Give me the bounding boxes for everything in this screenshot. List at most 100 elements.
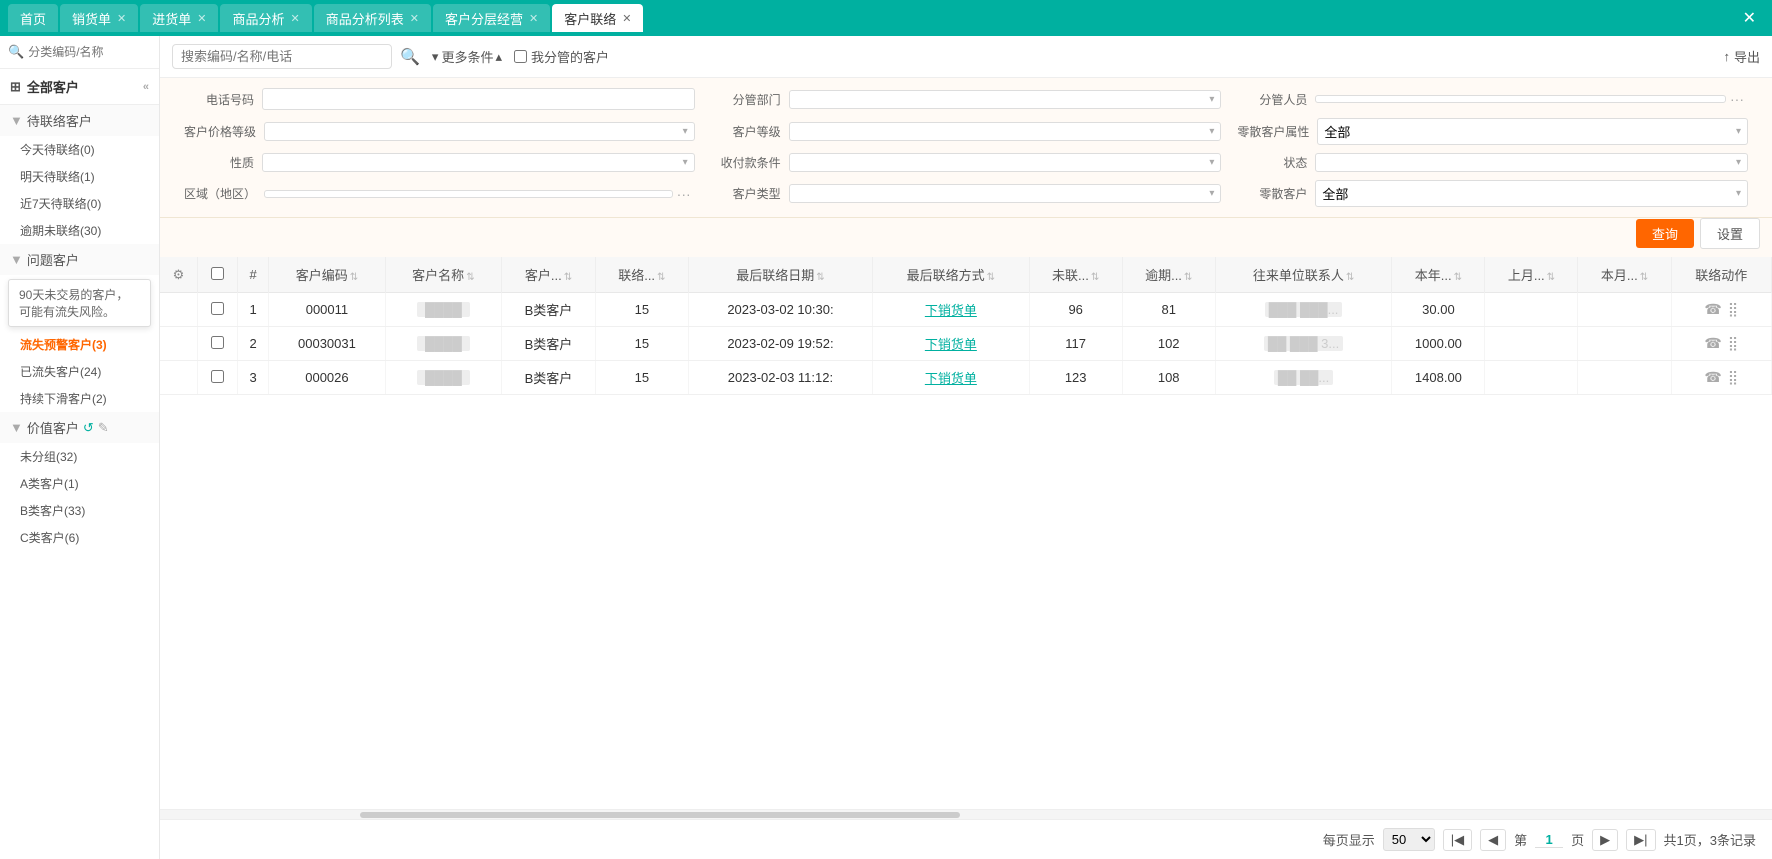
filter-more-icon[interactable]: ··· [1726, 91, 1748, 107]
sidebar-group-header-pending[interactable]: ▼ 待联络客户 [0, 105, 159, 136]
refresh-icon[interactable]: ↺ [83, 420, 94, 436]
sidebar-item-class-c[interactable]: C类客户(6) [0, 524, 159, 551]
last-page-button[interactable]: ▶| [1626, 829, 1655, 851]
filter-select-price-level[interactable]: ▾ [264, 122, 695, 141]
sidebar-item-class-a[interactable]: A类客户(1) [0, 470, 159, 497]
filter-select-customer-level[interactable]: ▾ [789, 122, 1222, 141]
sort-icon[interactable]: ⇅ [1184, 272, 1192, 283]
contact-icon[interactable]: ☎ [1704, 335, 1721, 352]
tab-product-analysis[interactable]: 商品分析 ✕ [220, 4, 311, 32]
more-action-icon[interactable]: ⣿ [1728, 301, 1738, 318]
my-customers-checkbox-label[interactable]: 我分管的客户 [514, 47, 609, 66]
filter-select-region[interactable] [264, 190, 673, 198]
row-checkbox[interactable] [211, 336, 224, 349]
tab-purchase[interactable]: 进货单 ✕ [140, 4, 218, 32]
tab-sales[interactable]: 销货单 ✕ [60, 4, 138, 32]
sort-icon[interactable]: ⇅ [816, 272, 824, 283]
col-settings[interactable]: ⚙ [160, 257, 197, 293]
sidebar-item-week-pending[interactable]: 近7天待联络(0) [0, 190, 159, 217]
export-button[interactable]: ↑ 导出 [1723, 47, 1760, 66]
page-number-input[interactable] [1535, 832, 1563, 848]
sidebar-all-customers[interactable]: ⊞ 全部客户 « [0, 69, 159, 105]
my-customers-checkbox[interactable] [514, 50, 527, 63]
sort-icon[interactable]: ⇅ [564, 272, 572, 283]
filter-select-casual-customer[interactable]: 全部 ▾ [1315, 180, 1748, 207]
close-icon[interactable]: ✕ [529, 12, 538, 25]
sort-icon[interactable]: ⇅ [1091, 272, 1099, 283]
cell-checkbox[interactable] [197, 361, 237, 395]
contact-method-link[interactable]: 下销货单 [925, 371, 977, 386]
more-conditions-button[interactable]: ▾ 更多条件 ▴ [428, 47, 506, 66]
sidebar-item-churned[interactable]: 已流失客户(24) [0, 358, 159, 385]
sidebar-item-tomorrow-pending[interactable]: 明天待联络(1) [0, 163, 159, 190]
tab-product-analysis-list[interactable]: 商品分析列表 ✕ [314, 4, 431, 32]
tab-customer-contact[interactable]: 客户联络 ✕ [552, 4, 643, 32]
cell-last-contact-method[interactable]: 下销货单 [873, 293, 1030, 327]
sort-icon[interactable]: ⇅ [987, 272, 995, 283]
contact-icon[interactable]: ☎ [1704, 369, 1721, 386]
cell-checkbox[interactable] [197, 293, 237, 327]
sort-icon[interactable]: ⇅ [657, 272, 665, 283]
window-close-icon[interactable]: ✕ [1735, 8, 1764, 28]
filter-select-casual-attr[interactable]: 全部 ▾ [1317, 118, 1748, 145]
contact-method-link[interactable]: 下销货单 [925, 303, 977, 318]
col-last-contact-method: 最后联络方式⇅ [873, 257, 1030, 293]
first-page-button[interactable]: |◀ [1443, 829, 1472, 851]
select-all-checkbox[interactable] [211, 267, 224, 280]
row-checkbox[interactable] [211, 302, 224, 315]
row-checkbox[interactable] [211, 370, 224, 383]
more-action-icon[interactable]: ⣿ [1728, 369, 1738, 386]
cell-this-year: 1408.00 [1392, 361, 1485, 395]
edit-icon[interactable]: ✎ [98, 420, 109, 436]
page-size-select[interactable]: 50 100 200 [1383, 828, 1435, 851]
filter-select-nature[interactable]: ▾ [262, 153, 695, 172]
settings-button[interactable]: 设置 [1700, 218, 1760, 249]
region-more-icon[interactable]: ··· [673, 186, 695, 202]
tab-customer-tier[interactable]: 客户分层经营 ✕ [433, 4, 550, 32]
next-page-button[interactable]: ▶ [1592, 829, 1618, 851]
sidebar-group-header-problem[interactable]: ▼ 问题客户 [0, 244, 159, 275]
filter-select-payment[interactable]: ▾ [789, 153, 1222, 172]
close-icon[interactable]: ✕ [291, 12, 300, 25]
sidebar-group-header-value[interactable]: ▼ 价值客户 ↺ ✎ [0, 412, 159, 443]
filter-input-phone[interactable] [262, 88, 695, 110]
close-icon[interactable]: ✕ [117, 12, 126, 25]
close-icon[interactable]: ✕ [622, 12, 631, 25]
sort-icon[interactable]: ⇅ [1346, 272, 1354, 283]
filter-select-status[interactable]: ▾ [1315, 153, 1748, 172]
contact-method-link[interactable]: 下销货单 [925, 337, 977, 352]
more-action-icon[interactable]: ⣿ [1728, 335, 1738, 352]
sidebar-item-today-pending[interactable]: 今天待联络(0) [0, 136, 159, 163]
sidebar-item-declining[interactable]: 持续下滑客户(2) [0, 385, 159, 412]
sidebar-search-input[interactable] [28, 45, 151, 59]
sidebar-item-overdue-pending[interactable]: 逾期未联络(30) [0, 217, 159, 244]
col-action: 联络动作 [1671, 257, 1772, 293]
cell-last-contact-method[interactable]: 下销货单 [873, 361, 1030, 395]
sidebar-item-class-b[interactable]: B类客户(33) [0, 497, 159, 524]
collapse-icon[interactable]: « [143, 81, 149, 93]
close-icon[interactable]: ✕ [197, 12, 206, 25]
filter-select-customer-type[interactable]: ▾ [789, 184, 1222, 203]
prev-page-button[interactable]: ◀ [1480, 829, 1506, 851]
search-button[interactable]: 🔍 [400, 47, 420, 67]
filter-select-dept[interactable]: ▾ [789, 90, 1222, 109]
filter-select-manager[interactable] [1315, 95, 1726, 103]
cell-last-contact-method[interactable]: 下销货单 [873, 327, 1030, 361]
horizontal-scrollbar[interactable] [160, 809, 1772, 819]
sidebar-item-churn-warning[interactable]: 流失预警客户(3) [0, 331, 159, 358]
close-icon[interactable]: ✕ [410, 12, 419, 25]
sidebar-item-ungrouped[interactable]: 未分组(32) [0, 443, 159, 470]
cell-checkbox[interactable] [197, 327, 237, 361]
settings-icon[interactable]: ⚙ [173, 267, 185, 282]
sort-icon[interactable]: ⇅ [1454, 272, 1462, 283]
sort-icon[interactable]: ⇅ [1640, 272, 1648, 283]
search-input[interactable] [172, 44, 392, 69]
scrollbar-thumb[interactable] [360, 812, 960, 818]
sort-icon[interactable]: ⇅ [350, 272, 358, 283]
contact-icon[interactable]: ☎ [1704, 301, 1721, 318]
query-button[interactable]: 查询 [1636, 219, 1694, 248]
sort-icon[interactable]: ⇅ [1547, 272, 1555, 283]
sort-icon[interactable]: ⇅ [466, 272, 474, 283]
col-this-year: 本年...⇅ [1392, 257, 1485, 293]
tab-home[interactable]: 首页 [8, 4, 58, 32]
